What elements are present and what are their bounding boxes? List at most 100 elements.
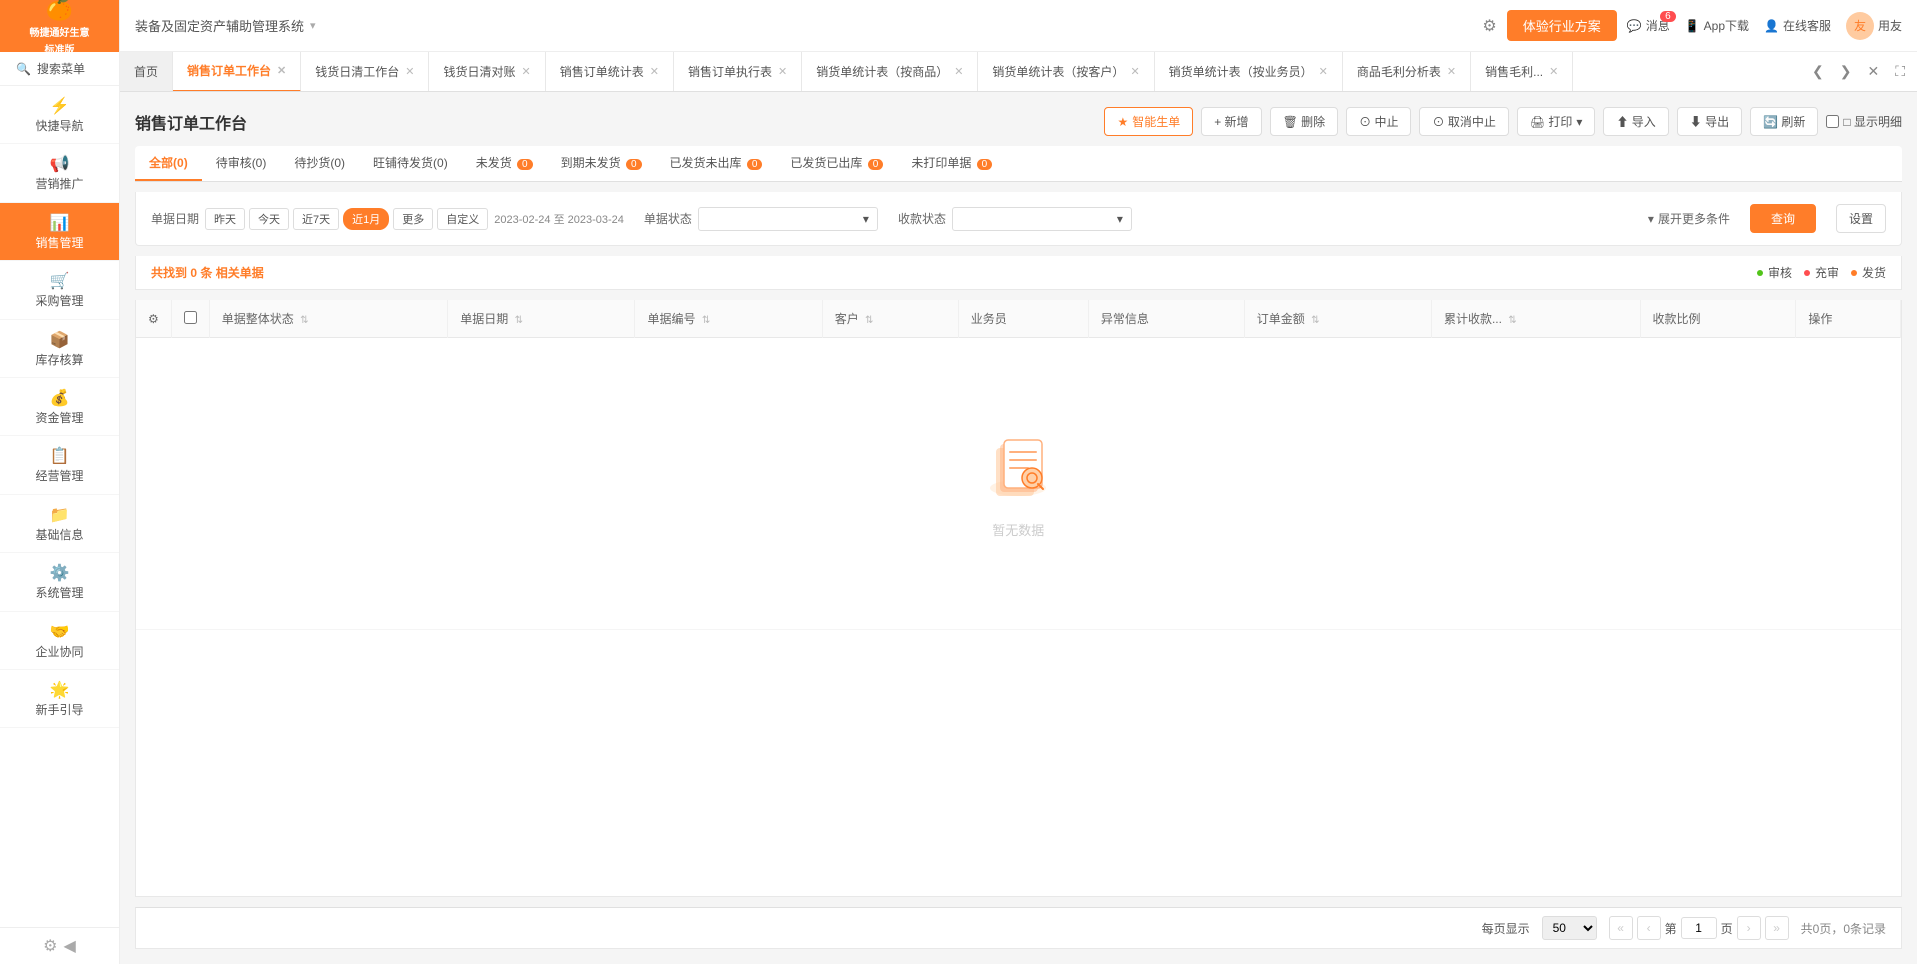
sidebar-item-sales[interactable]: 📊 销售管理 [0, 203, 119, 261]
date-btn-more[interactable]: 更多 [393, 208, 433, 230]
tab-close-icon[interactable]: ✕ [277, 64, 286, 77]
empty-state-cell: 暂无数据 [136, 338, 1901, 630]
online-service-button[interactable]: 👤 在线客服 [1764, 17, 1831, 34]
tab-home[interactable]: 首页 [120, 52, 173, 92]
ship-action[interactable]: 发货 [1851, 264, 1886, 281]
cancel-review-action[interactable]: 充审 [1804, 264, 1839, 281]
select-all-checkbox[interactable] [184, 311, 197, 324]
payment-select[interactable]: ▾ [952, 207, 1132, 231]
app-download-button[interactable]: 📱 App下载 [1685, 17, 1749, 34]
stop-button[interactable]: ⊙ 中止 [1346, 107, 1411, 136]
print-dropdown-icon[interactable]: ▾ [1576, 115, 1582, 129]
sidebar-item-system[interactable]: ⚙️ 系统管理 [0, 553, 119, 611]
date-btn-7days[interactable]: 近7天 [293, 208, 339, 230]
tab-fullscreen-icon[interactable]: ⛶ [1891, 61, 1909, 82]
tab-close-all-icon[interactable]: ✕ [1863, 61, 1883, 82]
delete-button[interactable]: 🗑 删除 [1270, 107, 1339, 136]
review-action[interactable]: 审核 [1757, 264, 1792, 281]
filter-tab-pending-inspect[interactable]: 待抄货(0) [280, 146, 359, 181]
sidebar-item-cooperation[interactable]: 🤝 企业协同 [0, 612, 119, 670]
filter-tab-overdue[interactable]: 到期未发货 0 [547, 146, 656, 181]
date-btn-custom[interactable]: 自定义 [437, 208, 488, 230]
tab-close-icon[interactable]: ✕ [778, 65, 787, 78]
tab-cash-reconcile[interactable]: 钱货日清对账 ✕ [429, 52, 545, 92]
th-customer-sort[interactable]: ⇅ [865, 315, 873, 326]
tab-sales-summary-customer[interactable]: 销货单统计表（按客户） ✕ [978, 52, 1154, 92]
settings-icon[interactable]: ⚙ [43, 936, 57, 956]
tab-close-icon[interactable]: ✕ [522, 65, 531, 78]
tab-sales-workbench[interactable]: 销售订单工作台 ✕ [173, 52, 301, 92]
show-detail-checkbox[interactable]: □ 显示明细 [1826, 113, 1902, 130]
page-size-select[interactable]: 50 10 20 100 [1542, 916, 1597, 940]
user-menu[interactable]: 友 用友 [1846, 12, 1902, 40]
sidebar-item-operations[interactable]: 📋 经营管理 [0, 436, 119, 494]
th-number-sort[interactable]: ⇅ [702, 315, 710, 326]
th-date-sort[interactable]: ⇅ [515, 315, 523, 326]
filter-tab-shipped-in[interactable]: 已发货已出库 0 [776, 146, 897, 181]
settings-button[interactable]: 设置 [1836, 204, 1886, 233]
date-btn-1month[interactable]: 近1月 [343, 208, 389, 230]
trial-button[interactable]: 体验行业方案 [1507, 10, 1617, 41]
payment-label: 收款状态 [898, 210, 946, 227]
status-select[interactable]: ▾ [698, 207, 878, 231]
th-amount-sort[interactable]: ⇅ [1311, 315, 1319, 326]
sidebar-item-finance[interactable]: 💰 资金管理 [0, 378, 119, 436]
next-page-btn[interactable]: › [1737, 916, 1761, 940]
th-status-sort[interactable]: ⇅ [300, 315, 308, 326]
last-page-btn[interactable]: » [1765, 916, 1789, 940]
date-btn-today[interactable]: 今天 [249, 208, 289, 230]
tab-close-icon[interactable]: ✕ [1549, 65, 1558, 78]
messages-button[interactable]: 💬 消息 6 [1627, 17, 1670, 34]
filter-tab-not-printed[interactable]: 未打印单据 0 [897, 146, 1006, 181]
print-button[interactable]: 🖨 打印 ▾ [1517, 107, 1596, 136]
show-detail-input[interactable] [1826, 115, 1839, 128]
dropdown-icon[interactable]: ▾ [310, 19, 316, 32]
tab-gross-margin[interactable]: 商品毛利分析表 ✕ [1343, 52, 1471, 92]
filter-tab-shipped-not-in[interactable]: 已发货未出库 0 [656, 146, 777, 181]
tab-sales-summary-product[interactable]: 销货单统计表（按商品） ✕ [802, 52, 978, 92]
tab-cashier-daily[interactable]: 钱货日清工作台 ✕ [301, 52, 429, 92]
cancel-stop-button[interactable]: ⊙ 取消中止 [1419, 107, 1508, 136]
sidebar-search[interactable]: 🔍 搜索菜单 [0, 52, 119, 86]
export-button[interactable]: ⬇ 导出 [1677, 107, 1742, 136]
filter-tab-not-shipped[interactable]: 未发货 0 [462, 146, 547, 181]
date-btn-yesterday[interactable]: 昨天 [205, 208, 245, 230]
settings-gear-icon[interactable]: ⚙ [1482, 16, 1496, 36]
table-header-row: ⚙ 单据整体状态 ⇅ 单据日期 ⇅ [136, 300, 1901, 338]
tab-close-icon[interactable]: ✕ [1447, 65, 1456, 78]
refresh-button[interactable]: 🔄 刷新 [1750, 107, 1818, 136]
operations-icon: 📋 [50, 446, 70, 466]
tab-close-icon[interactable]: ✕ [954, 65, 963, 78]
page-input[interactable] [1681, 917, 1717, 939]
tab-close-icon[interactable]: ✕ [405, 65, 414, 78]
sidebar-item-basic[interactable]: 📁 基础信息 [0, 495, 119, 553]
sidebar-item-quick[interactable]: ⚡ 快捷导航 [0, 86, 119, 144]
expand-conditions[interactable]: ▾ 展开更多条件 [1648, 210, 1730, 227]
tab-close-icon[interactable]: ✕ [1319, 65, 1328, 78]
tab-next-icon[interactable]: ❯ [1836, 61, 1856, 82]
filter-tab-pending-review[interactable]: 待审核(0) [202, 146, 281, 181]
collapse-icon[interactable]: ◀ [64, 936, 76, 956]
th-collected-sort[interactable]: ⇅ [1508, 315, 1516, 326]
tab-sales-stat[interactable]: 销售订单统计表 ✕ [546, 52, 674, 92]
prev-page-btn[interactable]: ‹ [1637, 916, 1661, 940]
tab-sales-summary-staff[interactable]: 销货单统计表（按业务员） ✕ [1155, 52, 1343, 92]
sidebar-item-purchase[interactable]: 🛒 采购管理 [0, 261, 119, 319]
tab-sales-more[interactable]: 销售毛利... ✕ [1471, 52, 1573, 92]
filter-tab-wangpu[interactable]: 旺铺待发货(0) [359, 146, 462, 181]
filter-tab-all[interactable]: 全部(0) [135, 146, 202, 181]
gear-icon[interactable]: ⚙ [148, 312, 159, 326]
query-button[interactable]: 查询 [1750, 204, 1816, 233]
import-button[interactable]: ⬆ 导入 [1603, 107, 1668, 136]
tab-sales-exec[interactable]: 销售订单执行表 ✕ [674, 52, 802, 92]
sidebar-item-marketing[interactable]: 📢 营销推广 [0, 144, 119, 202]
sidebar-item-guide[interactable]: 🌟 新手引导 [0, 670, 119, 728]
tab-close-icon[interactable]: ✕ [1130, 65, 1139, 78]
tab-close-icon[interactable]: ✕ [650, 65, 659, 78]
new-button[interactable]: + 新增 [1201, 107, 1261, 136]
smart-btn[interactable]: ★ 智能生单 [1104, 107, 1193, 136]
first-page-btn[interactable]: « [1609, 916, 1633, 940]
sidebar-item-inventory[interactable]: 📦 库存核算 [0, 320, 119, 378]
tab-prev-icon[interactable]: ❮ [1808, 61, 1828, 82]
page-suffix: 页 [1721, 920, 1733, 937]
